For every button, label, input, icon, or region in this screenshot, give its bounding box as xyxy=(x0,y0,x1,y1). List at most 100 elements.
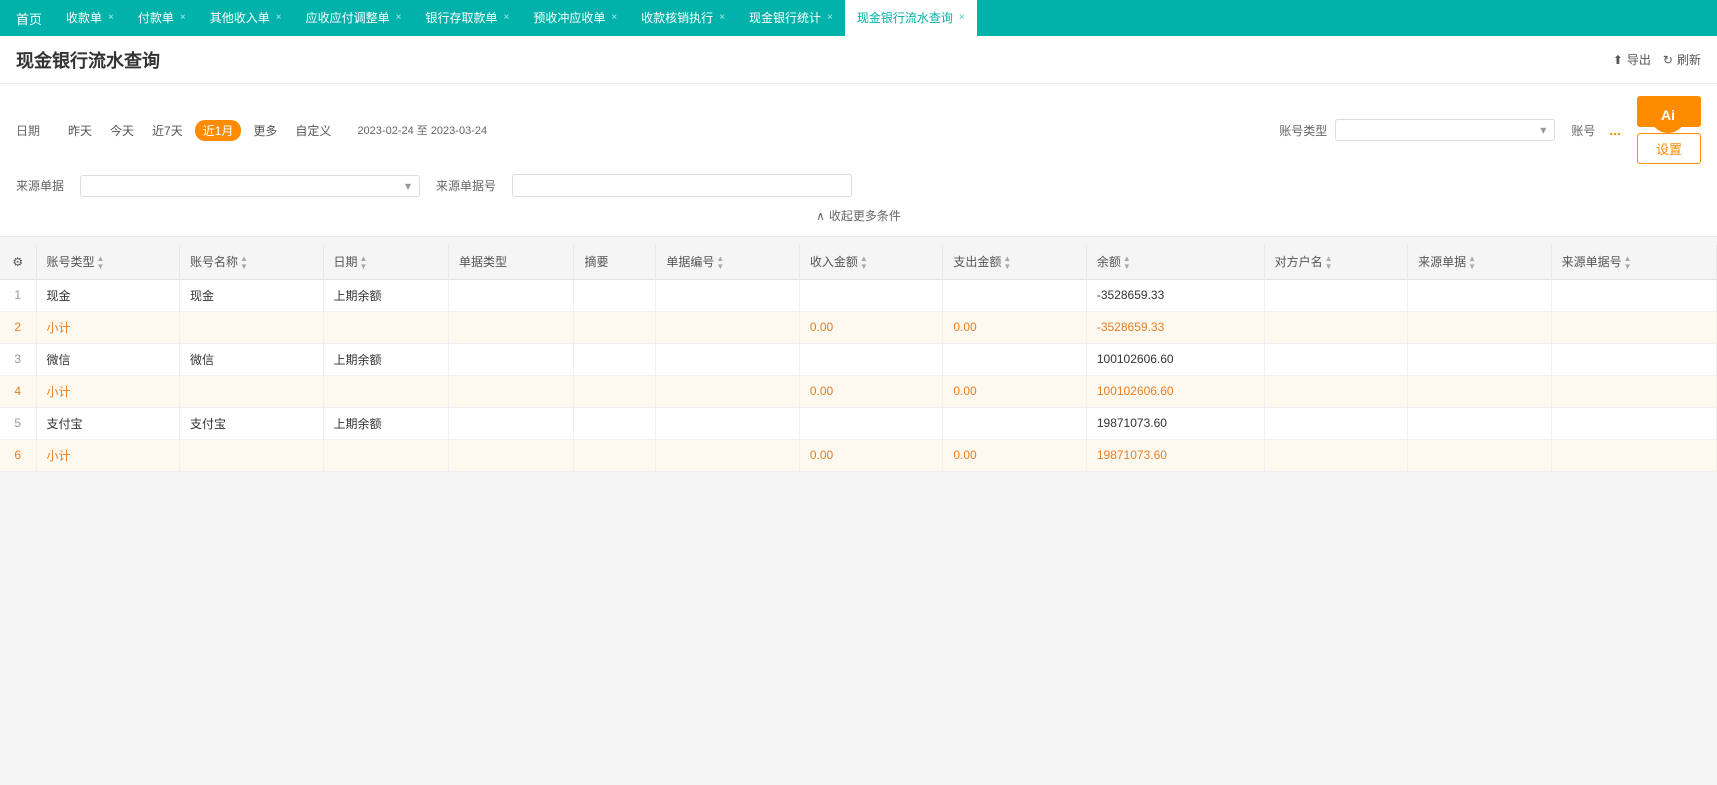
collapse-bar[interactable]: ∧ 收起更多条件 xyxy=(16,207,1701,224)
cell-source_voucher xyxy=(1408,407,1552,439)
cell-income xyxy=(799,407,943,439)
col-source_voucher[interactable]: 来源单据▲▼ xyxy=(1408,245,1552,279)
cell-source_voucher_no xyxy=(1551,375,1716,407)
close-icon[interactable]: × xyxy=(276,0,282,36)
nav-tab-银行存取款单[interactable]: 银行存取款单× xyxy=(413,0,521,36)
col-income[interactable]: 收入金额▲▼ xyxy=(799,245,943,279)
date-option-更多[interactable]: 更多 xyxy=(247,120,283,141)
cell-balance: 100102606.60 xyxy=(1086,375,1264,407)
table-row[interactable]: 2小计0.000.00-3528659.33 xyxy=(0,311,1717,343)
cell-balance: 19871073.60 xyxy=(1086,407,1264,439)
date-option-自定义[interactable]: 自定义 xyxy=(289,120,337,141)
nav-tab-收款核销执行[interactable]: 收款核销执行× xyxy=(629,0,737,36)
cell-account_name: 支付宝 xyxy=(180,407,324,439)
account-dots-button[interactable]: ... xyxy=(1609,122,1621,138)
nav-tab-其他收入单[interactable]: 其他收入单× xyxy=(198,0,294,36)
date-range: 2023-02-24 至 2023-03-24 xyxy=(357,122,487,138)
date-option-昨天[interactable]: 昨天 xyxy=(62,120,98,141)
date-option-近7天[interactable]: 近7天 xyxy=(146,120,189,141)
col-source_voucher_no[interactable]: 来源单据号▲▼ xyxy=(1551,245,1716,279)
nav-tab-应收应付调整单[interactable]: 应收应付调整单× xyxy=(294,0,414,36)
nav-tab-付款单[interactable]: 付款单× xyxy=(126,0,198,36)
cell-date: 上期余额 xyxy=(323,279,448,311)
cell-balance: 19871073.60 xyxy=(1086,439,1264,471)
gear-column[interactable]: ⚙ xyxy=(0,245,36,279)
account-type-select[interactable]: ▾ xyxy=(1335,119,1555,141)
cell-source_voucher xyxy=(1408,439,1552,471)
cell-date xyxy=(323,311,448,343)
close-icon[interactable]: × xyxy=(827,0,833,36)
cell-voucher_type xyxy=(449,439,574,471)
data-table: ⚙账号类型▲▼账号名称▲▼日期▲▼单据类型摘要单据编号▲▼收入金额▲▼支出金额▲… xyxy=(0,245,1717,472)
date-option-近1月[interactable]: 近1月 xyxy=(195,120,242,141)
cell-source_voucher xyxy=(1408,279,1552,311)
collapse-label: 收起更多条件 xyxy=(829,207,901,224)
row-index: 4 xyxy=(0,375,36,407)
cell-counterparty xyxy=(1264,407,1408,439)
nav-tab-收款单[interactable]: 收款单× xyxy=(54,0,126,36)
cell-account_type: 支付宝 xyxy=(36,407,180,439)
table-row[interactable]: 4小计0.000.00100102606.60 xyxy=(0,375,1717,407)
close-icon[interactable]: × xyxy=(108,0,114,36)
table-row[interactable]: 5支付宝支付宝上期余额19871073.60 xyxy=(0,407,1717,439)
source-voucher-no-input[interactable] xyxy=(512,174,852,197)
cell-balance: -3528659.33 xyxy=(1086,311,1264,343)
account-label: 账号 xyxy=(1571,122,1601,139)
filter-row-2: 来源单据 ▾ 来源单据号 xyxy=(16,174,1701,197)
row-index: 3 xyxy=(0,343,36,375)
cell-counterparty xyxy=(1264,375,1408,407)
close-icon[interactable]: × xyxy=(503,0,509,36)
cell-voucher_no xyxy=(656,439,800,471)
col-voucher_no[interactable]: 单据编号▲▼ xyxy=(656,245,800,279)
cell-voucher_no xyxy=(656,407,800,439)
cell-source_voucher_no xyxy=(1551,311,1716,343)
cell-counterparty xyxy=(1264,439,1408,471)
col-expense[interactable]: 支出金额▲▼ xyxy=(943,245,1087,279)
close-icon[interactable]: × xyxy=(959,0,965,36)
col-voucher_type: 单据类型 xyxy=(449,245,574,279)
col-account_type[interactable]: 账号类型▲▼ xyxy=(36,245,180,279)
close-icon[interactable]: × xyxy=(396,0,402,36)
ai-badge[interactable]: Ai xyxy=(1650,97,1686,133)
table-row[interactable]: 3微信微信上期余额100102606.60 xyxy=(0,343,1717,375)
cell-account_name: 现金 xyxy=(180,279,324,311)
cell-source_voucher xyxy=(1408,343,1552,375)
table-row[interactable]: 6小计0.000.0019871073.60 xyxy=(0,439,1717,471)
export-button[interactable]: ⬆ 导出 xyxy=(1613,51,1651,68)
col-date[interactable]: 日期▲▼ xyxy=(323,245,448,279)
nav-tab-现金银行流水查询[interactable]: 现金银行流水查询× xyxy=(845,0,977,36)
cell-date: 上期余额 xyxy=(323,343,448,375)
cell-summary xyxy=(574,407,656,439)
collapse-icon: ∧ xyxy=(816,209,825,223)
close-icon[interactable]: × xyxy=(719,0,725,36)
col-account_name[interactable]: 账号名称▲▼ xyxy=(180,245,324,279)
cell-expense xyxy=(943,343,1087,375)
nav-home[interactable]: 首页 xyxy=(4,9,54,28)
top-nav: 首页 收款单×付款单×其他收入单×应收应付调整单×银行存取款单×预收冲应收单×收… xyxy=(0,0,1717,36)
cell-voucher_no xyxy=(656,343,800,375)
table-row[interactable]: 1现金现金上期余额-3528659.33 xyxy=(0,279,1717,311)
cell-balance: 100102606.60 xyxy=(1086,343,1264,375)
close-icon[interactable]: × xyxy=(180,0,186,36)
cell-source_voucher_no xyxy=(1551,343,1716,375)
refresh-button[interactable]: ↻ 刷新 xyxy=(1663,51,1701,68)
settings-button[interactable]: 设置 xyxy=(1637,133,1701,164)
col-balance[interactable]: 余额▲▼ xyxy=(1086,245,1264,279)
cell-summary xyxy=(574,343,656,375)
source-voucher-select[interactable]: ▾ xyxy=(80,175,420,197)
close-icon[interactable]: × xyxy=(611,0,617,36)
cell-voucher_no xyxy=(656,311,800,343)
date-option-今天[interactable]: 今天 xyxy=(104,120,140,141)
nav-tab-现金银行统计[interactable]: 现金银行统计× xyxy=(737,0,845,36)
col-counterparty[interactable]: 对方户名▲▼ xyxy=(1264,245,1408,279)
row-index: 6 xyxy=(0,439,36,471)
source-voucher-label: 来源单据 xyxy=(16,177,64,194)
nav-tab-预收冲应收单[interactable]: 预收冲应收单× xyxy=(521,0,629,36)
cell-date xyxy=(323,439,448,471)
filter-area: 日期 昨天今天近7天近1月更多自定义 2023-02-24 至 2023-03-… xyxy=(0,84,1717,237)
cell-account_name xyxy=(180,375,324,407)
cell-source_voucher_no xyxy=(1551,407,1716,439)
cell-voucher_type xyxy=(449,343,574,375)
cell-income: 0.00 xyxy=(799,439,943,471)
cell-summary xyxy=(574,279,656,311)
